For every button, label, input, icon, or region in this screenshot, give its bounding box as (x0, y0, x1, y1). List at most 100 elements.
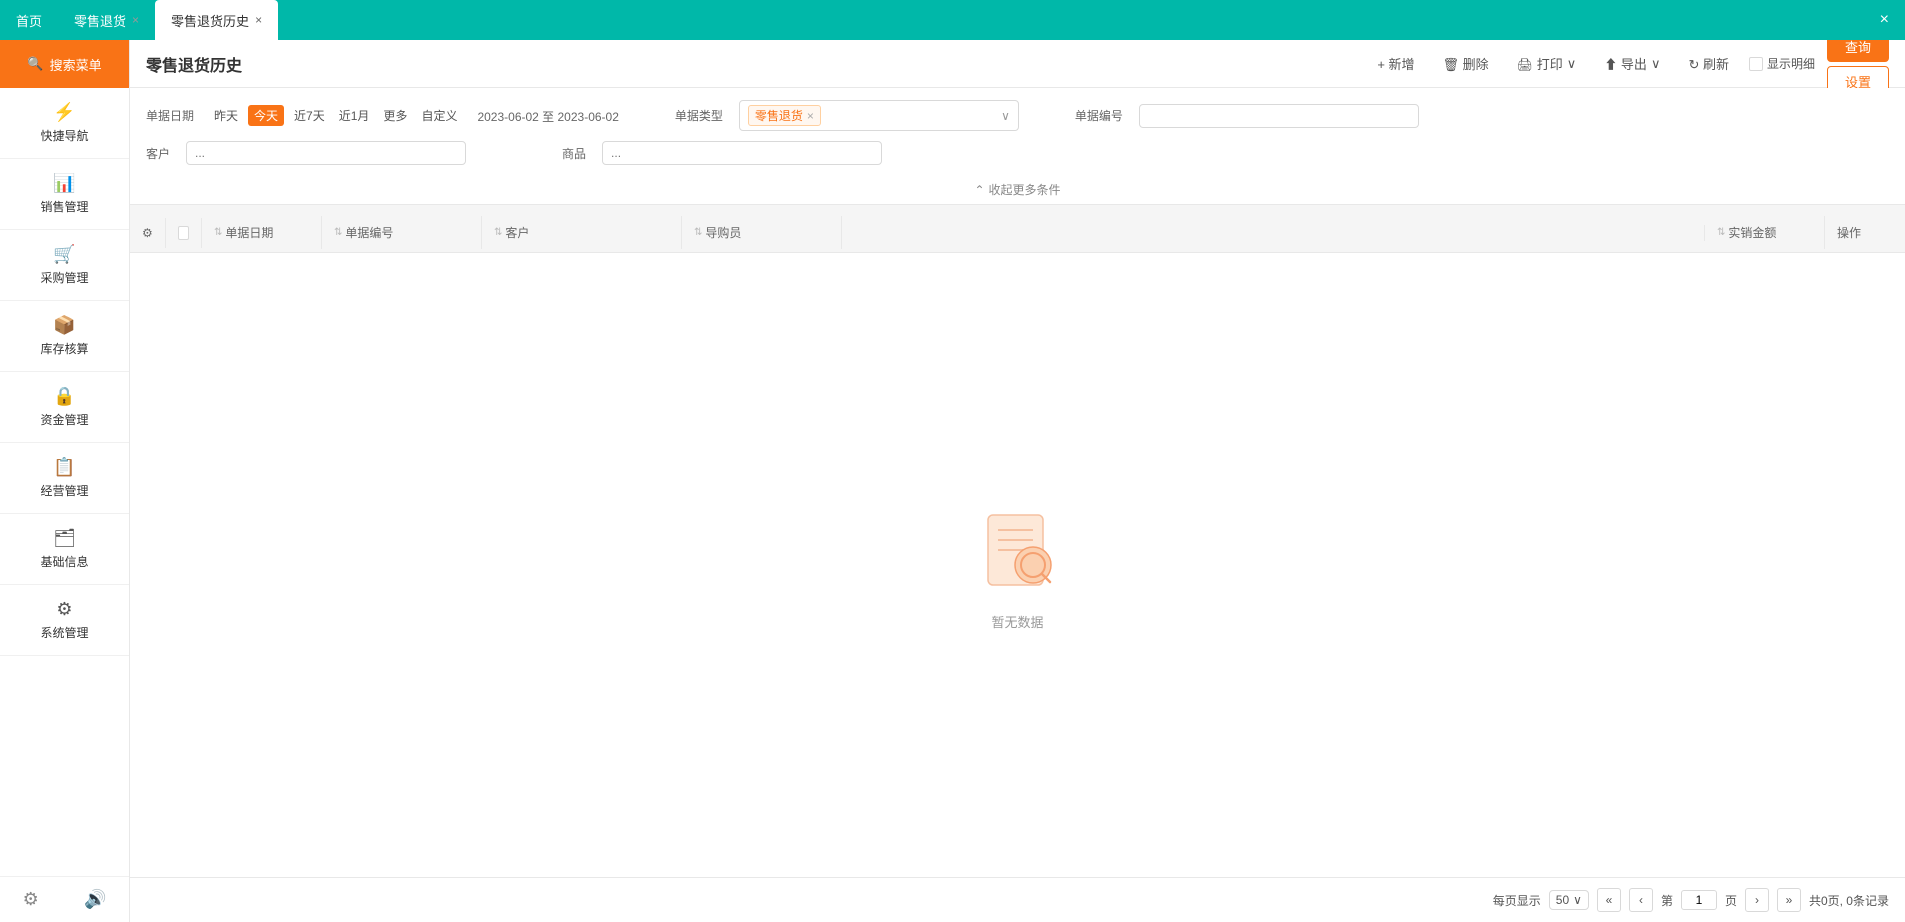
basic-info-label: 基础信息 (40, 553, 88, 570)
date-option-prev[interactable]: 昨天 (210, 105, 242, 126)
refresh-btn[interactable]: ↻ 刷新 (1680, 50, 1737, 77)
page-input[interactable] (1681, 890, 1717, 910)
page-size-chevron: ∨ (1573, 893, 1582, 907)
finance-label: 资金管理 (40, 411, 88, 428)
sidebar-item-ops-mgmt[interactable]: 📋 经营管理 (0, 443, 129, 514)
th-settings[interactable]: ⚙ (130, 218, 166, 248)
sidebar-sound-btn[interactable]: 🔊 (84, 889, 106, 910)
type-tag-close[interactable]: × (807, 109, 814, 123)
sidebar-item-purchase-mgmt[interactable]: 🛒 采购管理 (0, 230, 129, 301)
tab-retail-return-history-label: 零售退货历史 (171, 11, 249, 30)
quick-nav-icon: ⚡ (53, 102, 75, 123)
product-filter-input[interactable] (602, 141, 882, 165)
tab-list: 首页 零售退货 × 零售退货历史 × (0, 0, 1880, 40)
page-size-value: 50 (1556, 893, 1569, 907)
top-bar-close[interactable]: × (1880, 11, 1905, 29)
ops-label: 经营管理 (40, 482, 88, 499)
page-label: 页 (1725, 892, 1737, 909)
empty-icon (968, 500, 1068, 600)
inventory-label: 库存核算 (40, 340, 88, 357)
table-header: ⚙ ⇅ 单据日期 ⇅ 单据编号 ⇅ 客户 ⇅ (130, 213, 1905, 253)
sidebar-item-finance-mgmt[interactable]: 🔒 资金管理 (0, 372, 129, 443)
export-btn[interactable]: ⬆ 导出 ∨ (1596, 50, 1668, 77)
ops-icon: 📋 (53, 457, 75, 478)
tab-home-label: 首页 (16, 11, 42, 30)
sidebar: 🔍 搜索菜单 ⚡ 快捷导航 📊 销售管理 🛒 采购管理 📦 库存核算 🔒 资金管… (0, 40, 130, 922)
sort-number-icon[interactable]: ⇅ (334, 227, 342, 238)
tab-retail-return-close[interactable]: × (132, 13, 139, 27)
date-option-7days[interactable]: 近7天 (290, 105, 329, 126)
date-option-today[interactable]: 今天 (248, 105, 284, 126)
customer-filter-label: 客户 (146, 145, 170, 162)
main-content: 零售退货历史 + 新增 🗑 删除 🖨 打印 ∨ ⬆ 导出 ∨ ↻ 刷新 (130, 40, 1905, 922)
date-option-more[interactable]: 更多 (379, 105, 411, 126)
product-filter-label: 商品 (562, 145, 586, 162)
delete-btn[interactable]: 🗑 删除 (1435, 50, 1497, 77)
type-tag: 零售退货 × (748, 105, 821, 126)
sidebar-settings-btn[interactable]: ⚙ (23, 889, 39, 910)
sidebar-item-sales-mgmt[interactable]: 📊 销售管理 (0, 159, 129, 230)
sidebar-search-label: 搜索菜单 (50, 55, 102, 74)
sidebar-item-quick-nav[interactable]: ⚡ 快捷导航 (0, 88, 129, 159)
page-size-select[interactable]: 50 ∨ (1549, 890, 1589, 910)
tab-retail-return-history-close[interactable]: × (255, 13, 262, 27)
empty-text: 暂无数据 (991, 612, 1043, 631)
collapse-label: 收起更多条件 (989, 181, 1061, 198)
collapse-icon: ⌃ (974, 183, 984, 197)
main-layout: 🔍 搜索菜单 ⚡ 快捷导航 📊 销售管理 🛒 采购管理 📦 库存核算 🔒 资金管… (0, 40, 1905, 922)
date-option-1month[interactable]: 近1月 (335, 105, 374, 126)
th-date-label: 单据日期 (225, 224, 273, 241)
sidebar-item-inventory-mgmt[interactable]: 📦 库存核算 (0, 301, 129, 372)
collapse-bar[interactable]: ⌃ 收起更多条件 (146, 175, 1889, 204)
sidebar-item-system-mgmt[interactable]: ⚙ 系统管理 (0, 585, 129, 656)
th-spacer (842, 225, 1705, 241)
pagination: 每页显示 50 ∨ « ‹ 第 页 › » 共0页, 0条记录 (130, 877, 1905, 922)
export-chevron-icon: ∨ (1651, 56, 1661, 72)
page-title: 零售退货历史 (146, 52, 242, 76)
sales-icon: 📊 (53, 173, 75, 194)
query-btn[interactable]: 查询 (1827, 40, 1889, 62)
th-number: ⇅ 单据编号 (322, 216, 482, 249)
print-btn[interactable]: 🖨 打印 ∨ (1509, 50, 1585, 77)
display-detail-checkbox[interactable] (1749, 57, 1763, 71)
last-page-btn[interactable]: » (1777, 888, 1801, 912)
number-filter-input[interactable] (1139, 104, 1419, 128)
prev-page-btn[interactable]: ‹ (1629, 888, 1653, 912)
page-size-label: 每页显示 (1493, 892, 1541, 909)
date-range-text: 2023-06-02 至 2023-06-02 (477, 108, 618, 125)
tab-home[interactable]: 首页 (0, 0, 58, 40)
table-settings-icon[interactable]: ⚙ (142, 226, 153, 240)
th-action-label: 操作 (1837, 224, 1861, 241)
finance-icon: 🔒 (53, 386, 75, 407)
new-btn-label: + 新增 (1377, 54, 1414, 73)
th-customer: ⇅ 客户 (482, 216, 682, 249)
sort-guide-icon[interactable]: ⇅ (694, 227, 702, 238)
type-selector[interactable]: 零售退货 × ∨ (739, 100, 1019, 131)
sort-customer-icon[interactable]: ⇅ (494, 227, 502, 238)
sidebar-item-basic-info[interactable]: 🗂 基础信息 (0, 514, 129, 585)
empty-state: 暂无数据 (130, 253, 1905, 877)
filter-area: 单据日期 昨天 今天 近7天 近1月 更多 自定义 2023-06-02 至 2… (130, 88, 1905, 205)
purchase-icon: 🛒 (53, 244, 75, 265)
tab-retail-return[interactable]: 零售退货 × (58, 0, 155, 40)
th-number-label: 单据编号 (345, 224, 393, 241)
th-customer-label: 客户 (505, 224, 529, 241)
print-chevron-icon: ∨ (1567, 56, 1577, 72)
sidebar-search[interactable]: 🔍 搜索菜单 (0, 40, 129, 88)
page-input-prefix: 第 (1661, 892, 1673, 909)
th-action: 操作 (1825, 216, 1905, 249)
table-select-all-checkbox[interactable] (178, 226, 189, 240)
total-label: 共0页, 0条记录 (1809, 892, 1889, 909)
purchase-label: 采购管理 (40, 269, 88, 286)
customer-filter-input[interactable] (186, 141, 466, 165)
table-area: ⚙ ⇅ 单据日期 ⇅ 单据编号 ⇅ 客户 ⇅ (130, 213, 1905, 922)
top-bar: 首页 零售退货 × 零售退货历史 × × (0, 0, 1905, 40)
new-btn[interactable]: + 新增 (1369, 50, 1422, 77)
tab-retail-return-history[interactable]: 零售退货历史 × (155, 0, 278, 40)
sort-date-icon[interactable]: ⇅ (214, 227, 222, 238)
print-btn-label: 🖨 打印 (1517, 54, 1563, 73)
first-page-btn[interactable]: « (1597, 888, 1621, 912)
sort-amount-icon[interactable]: ⇅ (1717, 227, 1725, 238)
date-option-custom[interactable]: 自定义 (417, 105, 461, 126)
next-page-btn[interactable]: › (1745, 888, 1769, 912)
